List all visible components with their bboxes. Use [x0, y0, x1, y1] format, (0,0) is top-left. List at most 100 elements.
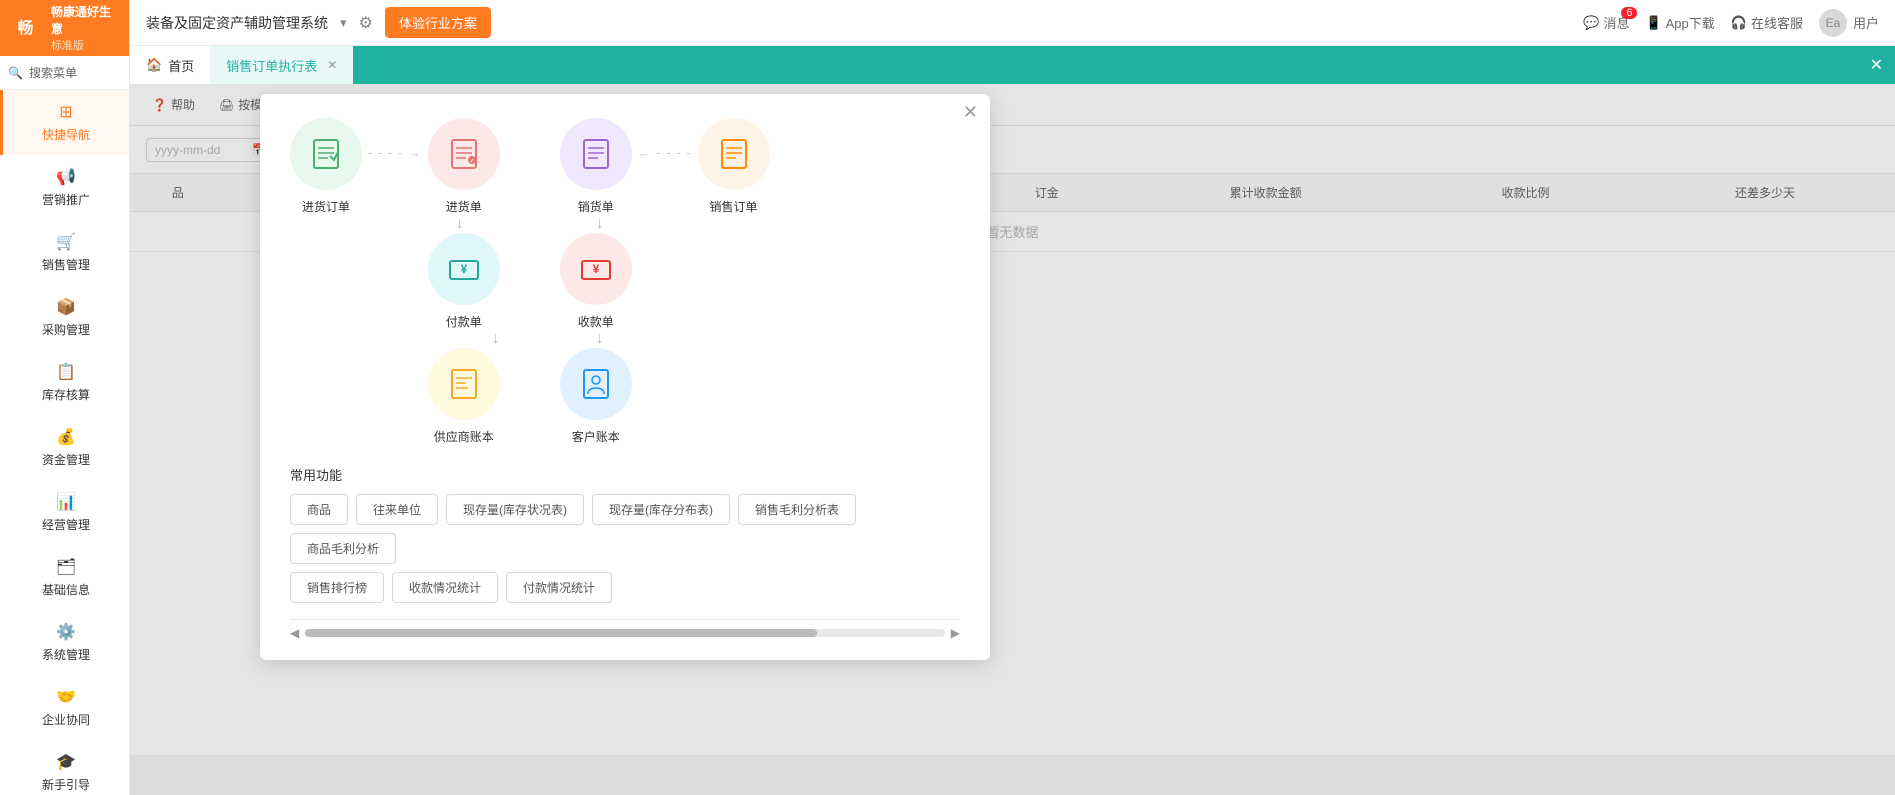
sidebar-item-sales[interactable]: 🛒 销售管理 [0, 220, 129, 285]
func-btn-stock-dist[interactable]: 现存量(库存分布表) [592, 494, 730, 525]
tab-home[interactable]: 🏠 首页 [130, 46, 210, 84]
sales-order-label: 销售订单 [710, 198, 758, 215]
flow-col-right: 销货单 ← - - - - [560, 118, 770, 445]
sidebar-nav: ⊞ 快捷导航 📢 营销推广 🛒 销售管理 📦 采购管理 📋 库存核算 💰 [0, 90, 129, 795]
supplier-icon [446, 366, 482, 402]
message-count: 6 [1621, 7, 1637, 19]
func-btn-receipt-stats[interactable]: 收款情况统计 [392, 572, 498, 603]
arrow-down-3: ↓ [560, 215, 770, 233]
svg-text:¥: ¥ [592, 262, 599, 276]
scrollbar-track[interactable] [305, 629, 945, 637]
customer-icon [578, 366, 614, 402]
scroll-left-icon[interactable]: ◀ [290, 626, 299, 640]
phone-icon: 📱 [1645, 15, 1661, 31]
supplier-node[interactable]: 供应商账本 [428, 348, 500, 445]
purchase-order-label: 进货订单 [302, 198, 350, 215]
popup-overlay[interactable]: ✕ [130, 84, 1895, 795]
sales-slip-circle [560, 118, 632, 190]
supplier-row: 供应商账本 [290, 348, 500, 445]
scroll-right-icon[interactable]: ▶ [951, 626, 960, 640]
sales-slip-node[interactable]: 销货单 [560, 118, 632, 215]
sidebar-item-label: 销售管理 [42, 256, 90, 273]
purchase-order-icon [308, 136, 344, 172]
home-icon: 🏠 [146, 57, 162, 73]
topbar: 装备及固定资产辅助管理系统 ▾ ⚙ 体验行业方案 💬 消息 6 📱 App下载 … [130, 0, 1895, 46]
func-buttons: 商品 往来单位 现存量(库存状况表) 现存量(库存分布表) 销售毛利分析表 商品… [290, 494, 960, 564]
customer-circle [560, 348, 632, 420]
flow-row-top: 进货订单 - - - - → [290, 118, 500, 215]
online-service-label: 在线客服 [1751, 13, 1803, 32]
flow-diagram: 进货订单 - - - - → [290, 118, 960, 461]
func-btn-stock-status[interactable]: 现存量(库存状况表) [446, 494, 584, 525]
sidebar-item-baseinfo[interactable]: 🗂 基础信息 [0, 545, 129, 610]
sidebar-item-purchase[interactable]: 📦 采购管理 [0, 285, 129, 350]
purchase-slip-circle: ✓ [428, 118, 500, 190]
payment-row: ¥ 付款单 [290, 233, 500, 330]
enterprise-icon: 🤝 [56, 687, 76, 707]
sidebar-item-operations[interactable]: 📊 经营管理 [0, 480, 129, 545]
receipt-node[interactable]: ¥ 收款单 [560, 233, 632, 330]
logo-text-line2: 标准版 [51, 37, 121, 53]
payment-node[interactable]: ¥ 付款单 [428, 233, 500, 330]
sidebar-item-guide[interactable]: 🎓 新手引导 [0, 740, 129, 795]
customer-node[interactable]: 客户账本 [560, 348, 632, 445]
tab-sales-order-exec[interactable]: 销售订单执行表 ✕ [210, 46, 353, 84]
app-download-label: App下载 [1666, 13, 1715, 32]
sidebar-item-label: 资金管理 [42, 451, 90, 468]
scrollbar-thumb [305, 629, 817, 637]
func-btn-product[interactable]: 商品 [290, 494, 348, 525]
message-icon: 💬 [1583, 15, 1599, 31]
popup-close-icon[interactable]: ✕ [963, 102, 978, 123]
sidebar-item-marketing[interactable]: 📢 营销推广 [0, 155, 129, 220]
inventory-icon: 📋 [56, 362, 76, 382]
user-profile[interactable]: Ea 用户 [1819, 9, 1879, 37]
arrow-down-2: ↓ [290, 330, 500, 348]
avatar-initials: Ea [1826, 16, 1841, 30]
customer-row: 客户账本 [560, 348, 770, 445]
svg-text:¥: ¥ [460, 262, 467, 276]
tab-home-label: 首页 [168, 56, 194, 75]
purchase-order-node[interactable]: 进货订单 [290, 118, 362, 215]
trial-button[interactable]: 体验行业方案 [385, 7, 491, 38]
sidebar-item-system[interactable]: ⚙️ 系统管理 [0, 610, 129, 675]
finance-icon: 💰 [56, 427, 76, 447]
common-functions-title: 常用功能 [290, 465, 960, 484]
sidebar-item-finance[interactable]: 💰 资金管理 [0, 415, 129, 480]
system-title: 装备及固定资产辅助管理系统 [146, 13, 328, 33]
func-btn-sales-profit[interactable]: 销售毛利分析表 [738, 494, 856, 525]
sales-order-icon [716, 136, 752, 172]
popup-box: ✕ [260, 94, 990, 660]
arrow-down-4: ↓ [560, 330, 770, 348]
sidebar-item-label: 系统管理 [42, 646, 90, 663]
topbar-dropdown-icon[interactable]: ▾ [340, 15, 347, 31]
app-download[interactable]: 📱 App下载 [1645, 13, 1714, 32]
sales-slip-label: 销货单 [578, 198, 614, 215]
tab-close-icon[interactable]: ✕ [327, 58, 337, 72]
sidebar-item-enterprise[interactable]: 🤝 企业协同 [0, 675, 129, 740]
logo-text-line1: 畅康通好生意 [51, 3, 121, 37]
sidebar-item-inventory[interactable]: 📋 库存核算 [0, 350, 129, 415]
marketing-icon: 📢 [56, 167, 76, 187]
settings-icon[interactable]: ⚙ [359, 13, 373, 33]
sidebar-search[interactable]: 🔍 搜索菜单 [0, 56, 129, 90]
sidebar-item-label: 新手引导 [42, 776, 90, 793]
receipt-label: 收款单 [578, 313, 614, 330]
tabbar-close-all[interactable]: ✕ [1858, 46, 1895, 84]
func-btn-product-profit[interactable]: 商品毛利分析 [290, 533, 396, 564]
sidebar-item-label: 快捷导航 [42, 126, 90, 143]
message-badge[interactable]: 💬 消息 6 [1583, 13, 1629, 32]
common-functions: 常用功能 商品 往来单位 现存量(库存状况表) 现存量(库存分布表) 销售毛利分… [290, 465, 960, 603]
online-service[interactable]: 🎧 在线客服 [1731, 13, 1803, 32]
arrow-down-1: ↓ [290, 215, 500, 233]
purchase-slip-node[interactable]: ✓ 进货单 [428, 118, 500, 215]
purchase-order-circle [290, 118, 362, 190]
flow-row-top-right: 销货单 ← - - - - [560, 118, 770, 215]
payment-label: 付款单 [446, 313, 482, 330]
flow-col-left: 进货订单 - - - - → [290, 118, 500, 445]
func-btn-contacts[interactable]: 往来单位 [356, 494, 438, 525]
func-btn-sales-rank[interactable]: 销售排行榜 [290, 572, 384, 603]
func-btn-payment-stats[interactable]: 付款情况统计 [506, 572, 612, 603]
sales-order-node[interactable]: 销售订单 [698, 118, 770, 215]
sidebar-item-quick-nav[interactable]: ⊞ 快捷导航 [0, 90, 129, 155]
search-icon: 🔍 [8, 66, 23, 80]
